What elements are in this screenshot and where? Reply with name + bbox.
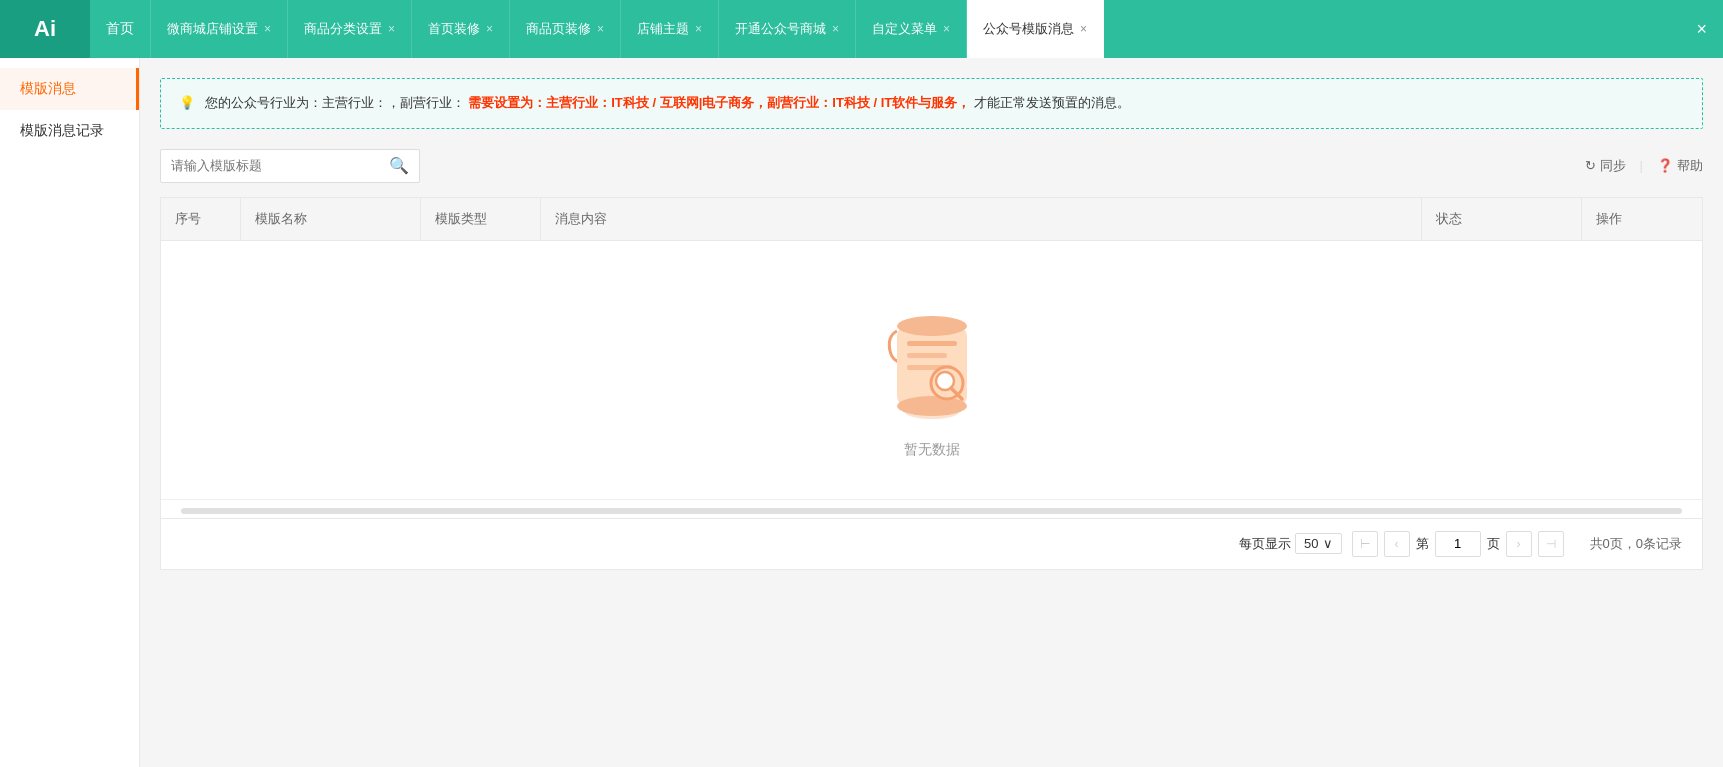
svg-rect-5 <box>907 353 947 358</box>
top-nav: Ai 首页 微商城店铺设置 × 商品分类设置 × 首页装修 × 商品页装修 × … <box>0 0 1723 58</box>
nav-tab-menu-label: 自定义菜单 <box>872 20 937 38</box>
nav-tab-home[interactable]: 首页 <box>90 0 151 58</box>
col-action: 操作 <box>1582 198 1702 240</box>
empty-text: 暂无数据 <box>904 441 960 459</box>
logo: Ai <box>0 0 90 58</box>
notice-text1: 您的公众号行业为：主营行业：，副营行业： <box>205 95 465 110</box>
nav-tab-menu[interactable]: 自定义菜单 × <box>856 0 967 58</box>
nav-tab-product-label: 商品页装修 <box>526 20 591 38</box>
help-icon: ❓ <box>1657 158 1673 173</box>
page-size-dropdown[interactable]: 50 ∨ <box>1295 533 1341 554</box>
page-label: 第 <box>1416 535 1429 553</box>
sidebar-item-template-msg-label: 模版消息 <box>20 80 76 96</box>
page-size-value: 50 <box>1304 536 1318 551</box>
close-product-icon[interactable]: × <box>597 22 604 36</box>
nav-tab-home-label: 首页 <box>106 20 134 38</box>
help-label: 帮助 <box>1677 157 1703 175</box>
close-template-icon[interactable]: × <box>1080 22 1087 36</box>
nav-tab-product[interactable]: 商品页装修 × <box>510 0 621 58</box>
notice-icon: 💡 <box>179 95 195 110</box>
nav-tab-theme[interactable]: 店铺主题 × <box>621 0 719 58</box>
close-theme-icon[interactable]: × <box>695 22 702 36</box>
scrollbar-area[interactable] <box>161 499 1702 518</box>
data-table: 序号 模版名称 模版类型 消息内容 状态 操作 <box>160 197 1703 570</box>
close-all-button[interactable]: × <box>1680 19 1723 40</box>
sidebar-item-template-msg[interactable]: 模版消息 <box>0 68 139 110</box>
nav-tabs: 首页 微商城店铺设置 × 商品分类设置 × 首页装修 × 商品页装修 × 店铺主… <box>90 0 1680 58</box>
close-mall-icon[interactable]: × <box>832 22 839 36</box>
nav-tab-mall[interactable]: 开通公众号商城 × <box>719 0 856 58</box>
search-icon[interactable]: 🔍 <box>389 156 409 175</box>
page-prev-button[interactable]: ‹ <box>1384 531 1410 557</box>
svg-point-2 <box>897 316 967 336</box>
toolbar-right: ↻ 同步 | ❓ 帮助 <box>1585 157 1703 175</box>
content-area: 💡 您的公众号行业为：主营行业：，副营行业： 需要设置为：主营行业：IT科技 /… <box>140 58 1723 767</box>
notice-highlight: 需要设置为：主营行业：IT科技 / 互联网|电子商务，副营行业：IT科技 / I… <box>468 95 970 110</box>
page-number-input[interactable] <box>1435 531 1481 557</box>
logo-text: Ai <box>34 16 56 42</box>
page-size-select: 每页显示 50 ∨ <box>1239 533 1341 554</box>
main-layout: 模版消息 模版消息记录 💡 您的公众号行业为：主营行业：，副营行业： 需要设置为… <box>0 58 1723 767</box>
notice-box: 💡 您的公众号行业为：主营行业：，副营行业： 需要设置为：主营行业：IT科技 /… <box>160 78 1703 129</box>
help-button[interactable]: ❓ 帮助 <box>1657 157 1703 175</box>
svg-point-3 <box>897 396 967 416</box>
search-input-wrap[interactable]: 🔍 <box>160 149 420 183</box>
close-homepage-icon[interactable]: × <box>486 22 493 36</box>
nav-tab-mall-label: 开通公众号商城 <box>735 20 826 38</box>
nav-tab-wshop-label: 微商城店铺设置 <box>167 20 258 38</box>
close-menu-icon[interactable]: × <box>943 22 950 36</box>
scroll-track[interactable] <box>181 508 1682 514</box>
page-nav: ⊢ ‹ 第 页 › ⊣ <box>1352 531 1564 557</box>
nav-tab-template-label: 公众号模版消息 <box>983 20 1074 38</box>
nav-tab-homepage-label: 首页装修 <box>428 20 480 38</box>
search-bar: 🔍 ↻ 同步 | ❓ 帮助 <box>160 149 1703 183</box>
sidebar: 模版消息 模版消息记录 <box>0 58 140 767</box>
col-type: 模版类型 <box>421 198 541 240</box>
chevron-down-icon: ∨ <box>1323 536 1333 551</box>
page-next-button[interactable]: › <box>1506 531 1532 557</box>
nav-tab-template[interactable]: 公众号模版消息 × <box>967 0 1104 58</box>
nav-tab-category[interactable]: 商品分类设置 × <box>288 0 412 58</box>
toolbar-divider: | <box>1640 158 1643 173</box>
sync-icon: ↻ <box>1585 158 1596 173</box>
sync-label: 同步 <box>1600 157 1626 175</box>
close-category-icon[interactable]: × <box>388 22 395 36</box>
nav-tab-homepage[interactable]: 首页装修 × <box>412 0 510 58</box>
total-label: 共0页，0条记录 <box>1590 535 1682 553</box>
close-wshop-icon[interactable]: × <box>264 22 271 36</box>
nav-tab-category-label: 商品分类设置 <box>304 20 382 38</box>
notice-text2: 才能正常发送预置的消息。 <box>974 95 1130 110</box>
page-unit: 页 <box>1487 535 1500 553</box>
empty-state: 暂无数据 <box>161 241 1702 499</box>
col-name: 模版名称 <box>241 198 421 240</box>
sync-button[interactable]: ↻ 同步 <box>1585 157 1626 175</box>
nav-tab-wshop[interactable]: 微商城店铺设置 × <box>151 0 288 58</box>
svg-rect-4 <box>907 341 957 346</box>
sidebar-item-template-log-label: 模版消息记录 <box>20 122 104 138</box>
table-header: 序号 模版名称 模版类型 消息内容 状态 操作 <box>161 198 1702 241</box>
col-content: 消息内容 <box>541 198 1422 240</box>
pagination: 每页显示 50 ∨ ⊢ ‹ 第 页 › ⊣ 共0页，0条记录 <box>161 518 1702 569</box>
page-last-button[interactable]: ⊣ <box>1538 531 1564 557</box>
sidebar-item-template-log[interactable]: 模版消息记录 <box>0 110 139 152</box>
page-size-label: 每页显示 <box>1239 535 1291 553</box>
empty-illustration <box>872 301 992 421</box>
page-first-button[interactable]: ⊢ <box>1352 531 1378 557</box>
search-input[interactable] <box>171 158 389 173</box>
col-status: 状态 <box>1422 198 1582 240</box>
col-seq: 序号 <box>161 198 241 240</box>
nav-tab-theme-label: 店铺主题 <box>637 20 689 38</box>
